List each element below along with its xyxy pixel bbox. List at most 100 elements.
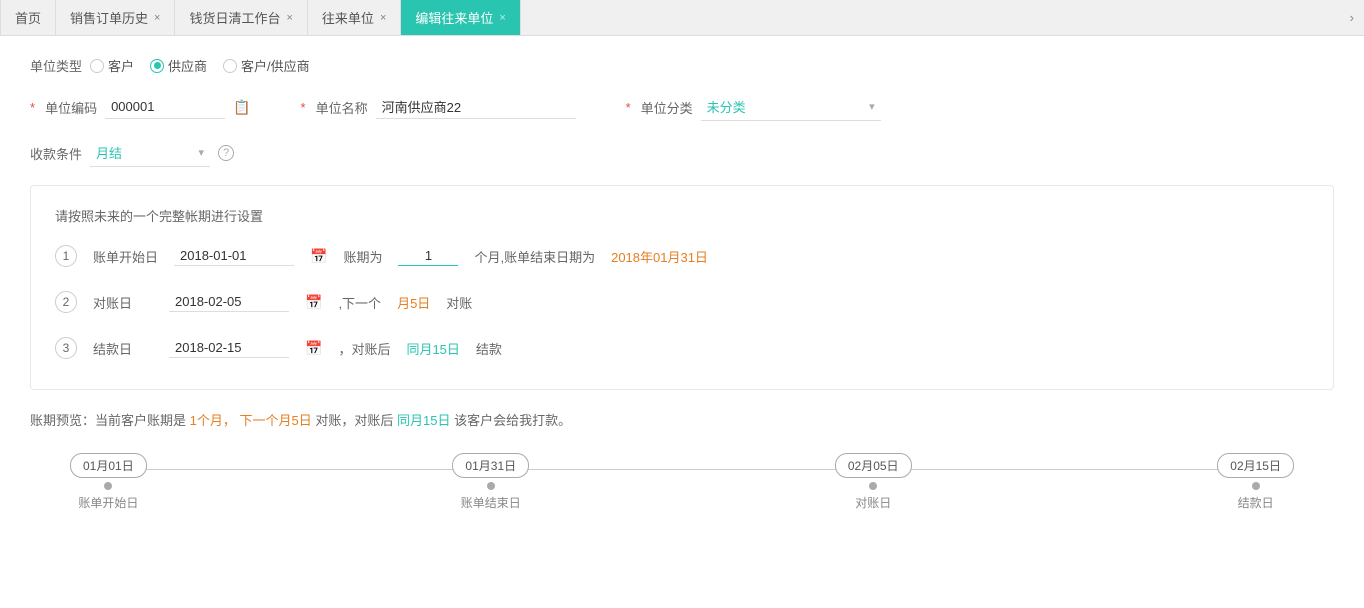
radio-both[interactable]: 客户/供应商: [223, 56, 310, 75]
radio-both-label: 客户/供应商: [241, 56, 310, 75]
section-title: 请按照未来的一个完整帐期进行设置: [55, 206, 1309, 225]
payment-field: 收款条件 月结 ▾ ?: [30, 139, 234, 167]
payment-help-icon[interactable]: ?: [218, 145, 234, 161]
unit-code-input[interactable]: [105, 95, 225, 119]
unit-code-icon[interactable]: 📋: [233, 99, 250, 116]
preview-p2: 下一个月5日: [240, 413, 312, 428]
radio-customer-circle: [90, 59, 104, 73]
payment-dropdown-arrow: ▾: [198, 146, 204, 159]
step-1-row: 1 账单开始日 📅 账期为 个月,账单结束日期为 2018年01月31日: [55, 245, 1309, 267]
step-2-row: 2 对账日 📅 ,下一个 月5日 对账: [55, 291, 1309, 313]
payment-dropdown[interactable]: 月结 ▾: [90, 139, 210, 167]
step-3-label: 结款日: [93, 339, 153, 358]
tab-partner[interactable]: 往来单位 ×: [308, 0, 401, 35]
step-3-highlight: 同月15日: [406, 339, 459, 358]
tab-cash-work-close[interactable]: ×: [286, 12, 292, 24]
timeline-point-4: 02月15日 结款日: [1217, 453, 1294, 511]
timeline-point-3: 02月05日 对账日: [835, 453, 912, 511]
unit-code-field: * 单位编码 📋: [30, 95, 251, 119]
timeline-dot-3: [869, 482, 877, 490]
unit-info-row: * 单位编码 📋 * 单位名称 * 单位分类 未分类 ▾: [30, 93, 1334, 121]
unit-name-input[interactable]: [376, 95, 576, 119]
timeline-badge-4: 02月15日: [1217, 453, 1294, 478]
tab-home[interactable]: 首页: [0, 0, 56, 35]
payment-row: 收款条件 月结 ▾ ?: [30, 139, 1334, 167]
unit-type-field: 单位类型 客户 供应商 客户/供应商: [30, 56, 310, 75]
timeline-label-1: 账单开始日: [78, 494, 138, 511]
tab-sales-order-close[interactable]: ×: [154, 12, 160, 24]
preview-label: 账期预览：当前客户账期是: [30, 413, 186, 428]
unit-category-value: 未分类: [707, 97, 863, 116]
step-1-num: 1: [55, 245, 77, 267]
timeline-badge-3: 02月05日: [835, 453, 912, 478]
unit-type-radio-group: 客户 供应商 客户/供应商: [90, 56, 310, 75]
step-2-label: 对账日: [93, 293, 153, 312]
step-1-label: 账单开始日: [93, 247, 158, 266]
unit-category-label: 单位分类: [641, 98, 693, 117]
unit-code-label: 单位编码: [45, 98, 97, 117]
step-3-cal-icon[interactable]: 📅: [305, 340, 322, 357]
timeline-label-2: 账单结束日: [461, 494, 521, 511]
tab-bar: 首页 销售订单历史 × 钱货日清工作台 × 往来单位 × 编辑往来单位 × ›: [0, 0, 1364, 36]
step-3-row: 3 结款日 📅 ，对账后 同月15日 结款: [55, 337, 1309, 359]
preview-p3: 同月15日: [397, 413, 450, 428]
tab-home-label: 首页: [15, 8, 41, 27]
tab-edit-partner-close[interactable]: ×: [499, 12, 505, 24]
step-3-date[interactable]: [169, 338, 289, 358]
timeline-track: [90, 469, 1274, 470]
tab-partner-close[interactable]: ×: [380, 12, 386, 24]
tab-edit-partner-label: 编辑往来单位: [415, 8, 493, 27]
preview-end: 该客户会给我打款。: [454, 413, 571, 428]
unit-type-row: 单位类型 客户 供应商 客户/供应商: [30, 56, 1334, 75]
preview-section: 账期预览：当前客户账期是 1个月， 下一个月5日 对账，对账后 同月15日 该客…: [30, 410, 1334, 429]
step-3-num: 3: [55, 337, 77, 359]
step-3-suffix: 结款: [476, 339, 502, 358]
step-1-connector: 账期为: [343, 247, 382, 266]
payment-label: 收款条件: [30, 144, 82, 163]
unit-type-label: 单位类型: [30, 56, 82, 75]
unit-category-arrow: ▾: [869, 100, 875, 113]
unit-category-dropdown[interactable]: 未分类 ▾: [701, 93, 881, 121]
tab-more-arrow[interactable]: ›: [1340, 0, 1364, 35]
step-1-cal-icon[interactable]: 📅: [310, 248, 327, 265]
timeline-dot-2: [487, 482, 495, 490]
tab-edit-partner[interactable]: 编辑往来单位 ×: [401, 0, 520, 35]
unit-name-star: *: [301, 100, 306, 115]
step-2-num: 2: [55, 291, 77, 313]
tab-cash-work[interactable]: 钱货日清工作台 ×: [175, 0, 307, 35]
step-2-cal-icon[interactable]: 📅: [305, 294, 322, 311]
unit-name-field: * 单位名称: [301, 95, 576, 119]
step-1-highlight: 2018年01月31日: [611, 247, 708, 266]
timeline: 01月01日 账单开始日 01月31日 账单结束日 02月05日 对账日: [30, 453, 1334, 511]
tab-sales-order[interactable]: 销售订单历史 ×: [56, 0, 175, 35]
radio-customer-label: 客户: [108, 56, 134, 75]
unit-category-field: * 单位分类 未分类 ▾: [626, 93, 881, 121]
radio-supplier[interactable]: 供应商: [150, 56, 207, 75]
step-1-period-input[interactable]: [398, 246, 458, 266]
preview-p1: 1个月，: [190, 413, 236, 428]
radio-supplier-dot: [154, 62, 161, 69]
preview-mid: 对账，对账后: [315, 413, 393, 428]
radio-supplier-circle: [150, 59, 164, 73]
timeline-point-2: 01月31日 账单结束日: [452, 453, 529, 511]
timeline-point-1: 01月01日 账单开始日: [70, 453, 147, 511]
timeline-badge-2: 01月31日: [452, 453, 529, 478]
unit-code-star: *: [30, 100, 35, 115]
main-content: 单位类型 客户 供应商 客户/供应商: [0, 36, 1364, 608]
radio-supplier-label: 供应商: [168, 56, 207, 75]
unit-name-label: 单位名称: [316, 98, 368, 117]
step-1-date[interactable]: [174, 246, 294, 266]
step-1-period-unit: 个月,账单结束日期为: [474, 247, 595, 266]
step-2-date[interactable]: [169, 292, 289, 312]
payment-value: 月结: [96, 143, 192, 162]
radio-customer[interactable]: 客户: [90, 56, 134, 75]
tab-partner-label: 往来单位: [322, 8, 374, 27]
timeline-badge-1: 01月01日: [70, 453, 147, 478]
step-2-prefix: ,下一个: [338, 293, 381, 312]
period-section: 请按照未来的一个完整帐期进行设置 1 账单开始日 📅 账期为 个月,账单结束日期…: [30, 185, 1334, 390]
step-3-prefix: ，对账后: [338, 339, 390, 358]
timeline-dot-1: [104, 482, 112, 490]
timeline-points: 01月01日 账单开始日 01月31日 账单结束日 02月05日 对账日: [70, 453, 1294, 511]
tab-sales-order-label: 销售订单历史: [70, 8, 148, 27]
step-2-highlight: 月5日: [397, 293, 430, 312]
